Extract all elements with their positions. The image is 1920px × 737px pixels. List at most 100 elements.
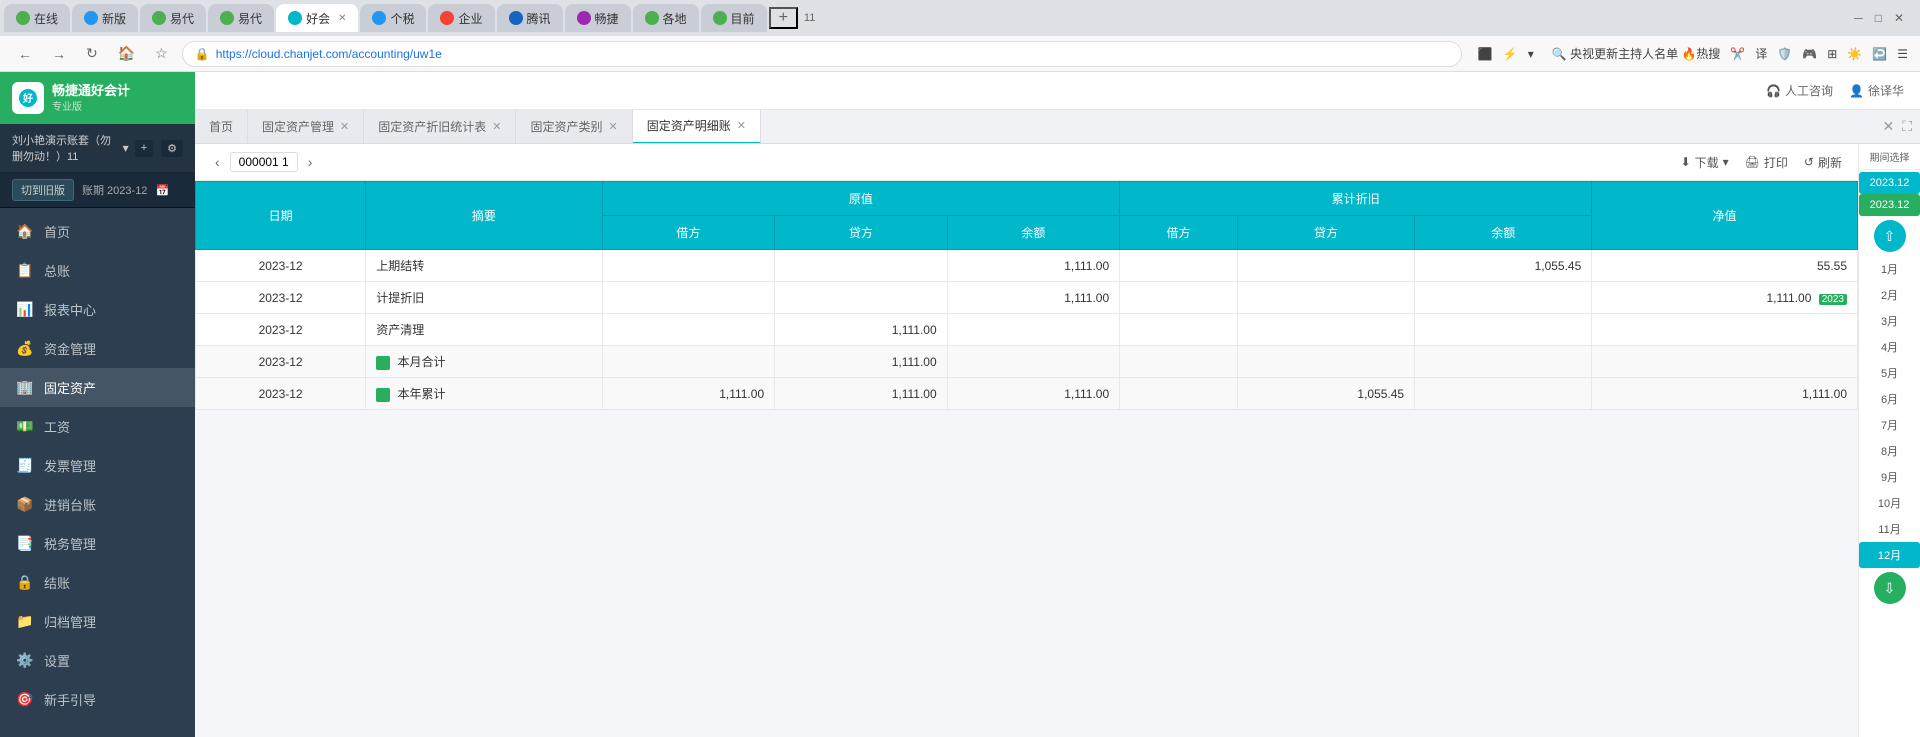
user-profile-button[interactable]: 👤 徐译华 — [1849, 82, 1904, 99]
reload-button[interactable]: ↻ — [80, 43, 104, 64]
period-item-4[interactable]: 4月 — [1859, 334, 1920, 360]
dropdown-btn[interactable]: ▾ — [1528, 47, 1534, 61]
page-number-input[interactable]: 000001 1 — [230, 152, 298, 172]
maximize-button[interactable]: □ — [1875, 11, 1882, 25]
period-item-5[interactable]: 5月 — [1859, 360, 1920, 386]
period-item-11[interactable]: 11月 — [1859, 516, 1920, 542]
scroll-up-button[interactable]: ⇧ — [1874, 220, 1906, 252]
tab-home[interactable]: 首页 — [195, 110, 248, 144]
browser-tab-muqian[interactable]: 目前 — [701, 4, 767, 32]
settings-account-button[interactable]: ⚙ — [161, 140, 183, 157]
new-tab-button[interactable]: + — [769, 7, 798, 29]
history-btn[interactable]: ↩️ — [1872, 47, 1887, 61]
sidebar-item-settings[interactable]: ⚙️ 设置 — [0, 641, 195, 680]
sidebar-item-inventory[interactable]: 📦 进销台账 — [0, 485, 195, 524]
col-header-orig-debit: 借方 — [602, 216, 775, 250]
home-button[interactable]: 🏠 — [112, 43, 141, 64]
cell-summary-3: 资产清理 — [366, 314, 602, 346]
brightness-btn[interactable]: ☀️ — [1847, 47, 1862, 61]
calendar-icon[interactable]: 📅 — [155, 184, 169, 197]
tab-close-asset-category[interactable]: ✕ — [609, 120, 618, 133]
period-item-10[interactable]: 10月 — [1859, 490, 1920, 516]
browser-tab-online[interactable]: 在线 — [4, 4, 70, 32]
download-button[interactable]: ⬇ 下载 ▾ — [1681, 154, 1729, 171]
refresh-button[interactable]: ↺ 刷新 — [1804, 154, 1842, 171]
forward-button[interactable]: → — [46, 44, 72, 64]
browser-tab-yidai1[interactable]: 易代 — [140, 4, 206, 32]
add-account-button[interactable]: + — [135, 140, 153, 157]
bookmark-button[interactable]: ☆ — [149, 43, 174, 64]
shield-btn[interactable]: 🛡️ — [1777, 47, 1792, 61]
sidebar-item-ledger[interactable]: 📋 总账 — [0, 251, 195, 290]
tab-close-depreciation-stats[interactable]: ✕ — [492, 120, 501, 133]
period-item-2023-12-selected[interactable]: 2023.12 — [1859, 172, 1920, 194]
cell-dep-credit-4 — [1237, 346, 1414, 378]
sidebar-item-payroll[interactable]: 💵 工资 — [0, 407, 195, 446]
menu-btn[interactable]: ☰ — [1897, 47, 1908, 61]
browser-tab-new[interactable]: 新版 — [72, 4, 138, 32]
sidebar-item-funds[interactable]: 💰 资金管理 — [0, 329, 195, 368]
browser-tab-geshui[interactable]: 个税 — [360, 4, 426, 32]
archive-icon: 📁 — [16, 613, 34, 631]
tab-fixed-assets-mgmt[interactable]: 固定资产管理 ✕ — [248, 110, 364, 144]
sidebar-item-guide[interactable]: 🎯 新手引导 — [0, 680, 195, 719]
page-tab-controls: ✕ ⛶ — [1874, 118, 1920, 135]
browser-tab-gedi[interactable]: 各地 — [633, 4, 699, 32]
lightning-btn[interactable]: ⚡ — [1503, 47, 1518, 61]
tab-close-asset-detail-ledger[interactable]: ✕ — [737, 119, 746, 132]
period-item-9[interactable]: 9月 — [1859, 464, 1920, 490]
close-window-button[interactable]: ✕ — [1894, 11, 1904, 25]
period-item-6[interactable]: 6月 — [1859, 386, 1920, 412]
browser-tab-haohui[interactable]: 好会 ✕ — [276, 4, 358, 32]
translate-btn[interactable]: 译 — [1755, 45, 1767, 62]
sidebar-item-archive[interactable]: 📁 归档管理 — [0, 602, 195, 641]
browser-tab-yidai2[interactable]: 易代 — [208, 4, 274, 32]
tab-close-fixed-assets-mgmt[interactable]: ✕ — [340, 120, 349, 133]
cell-orig-balance-3 — [947, 314, 1120, 346]
cell-date-4: 2023-12 — [196, 346, 366, 378]
payroll-icon: 💵 — [16, 418, 34, 436]
extensions-btn[interactable]: ⬛ — [1478, 47, 1493, 61]
cell-dep-balance-4 — [1415, 346, 1592, 378]
gamepad-btn[interactable]: 🎮 — [1802, 47, 1817, 61]
switch-version-btn[interactable]: 切到旧版 — [12, 179, 74, 201]
browser-tab-qiye[interactable]: 企业 — [428, 4, 494, 32]
tab-asset-detail-ledger[interactable]: 固定资产明细账 ✕ — [633, 110, 761, 144]
cell-summary-5: 本年累计 — [366, 378, 602, 410]
period-item-2023-12-highlight[interactable]: 2023.12 — [1859, 194, 1920, 216]
period-item-1[interactable]: 1月 — [1859, 256, 1920, 282]
scissors-btn[interactable]: ✂️ — [1730, 47, 1745, 61]
minimize-button[interactable]: ─ — [1854, 11, 1863, 25]
period-item-2[interactable]: 2月 — [1859, 282, 1920, 308]
next-page-button[interactable]: › — [304, 152, 317, 172]
support-button[interactable]: 🎧 人工咨询 — [1766, 82, 1833, 99]
sidebar-item-fixed-assets[interactable]: 🏢 固定资产 — [0, 368, 195, 407]
scroll-down-button[interactable]: ⇩ — [1874, 572, 1906, 604]
sidebar-item-invoice[interactable]: 🧾 发票管理 — [0, 446, 195, 485]
browser-tab-tengxun[interactable]: 腾讯 — [497, 4, 563, 32]
period-item-7[interactable]: 7月 — [1859, 412, 1920, 438]
tab-close-haohui[interactable]: ✕ — [338, 13, 346, 24]
tab-asset-category[interactable]: 固定资产类别 ✕ — [516, 110, 632, 144]
period-item-8[interactable]: 8月 — [1859, 438, 1920, 464]
tab-close-all-icon[interactable]: ✕ — [1882, 118, 1894, 135]
print-button[interactable]: 🖨 打印 — [1745, 154, 1788, 171]
tab-maximize-icon[interactable]: ⛶ — [1902, 118, 1912, 135]
sidebar-item-home[interactable]: 🏠 首页 — [0, 212, 195, 251]
account-dropdown[interactable]: 刘小艳演示账套（勿删勿动！）11 ▾ — [12, 132, 129, 164]
sidebar-item-reports[interactable]: 📊 报表中心 — [0, 290, 195, 329]
cell-orig-debit-4 — [602, 346, 775, 378]
period-item-3[interactable]: 3月 — [1859, 308, 1920, 334]
sidebar-item-tax[interactable]: 📑 税务管理 — [0, 524, 195, 563]
sidebar-item-closing[interactable]: 🔒 结账 — [0, 563, 195, 602]
prev-page-button[interactable]: ‹ — [211, 152, 224, 172]
grid-btn[interactable]: ⊞ — [1827, 47, 1837, 61]
back-button[interactable]: ← — [12, 44, 38, 64]
search-btn[interactable]: 🔍 央视更新主持人名单 🔥热搜 — [1552, 45, 1721, 62]
address-input[interactable]: 🔒 https://cloud.chanjet.com/accounting/u… — [182, 41, 1462, 67]
browser-tab-changjie[interactable]: 畅捷 — [565, 4, 631, 32]
period-item-12[interactable]: 12月 — [1859, 542, 1920, 568]
table-row: 2023-12 计提折旧 1,111.00 — [196, 282, 1858, 314]
tab-count-badge: 11 — [800, 12, 819, 24]
tab-depreciation-stats[interactable]: 固定资产折旧统计表 ✕ — [364, 110, 516, 144]
